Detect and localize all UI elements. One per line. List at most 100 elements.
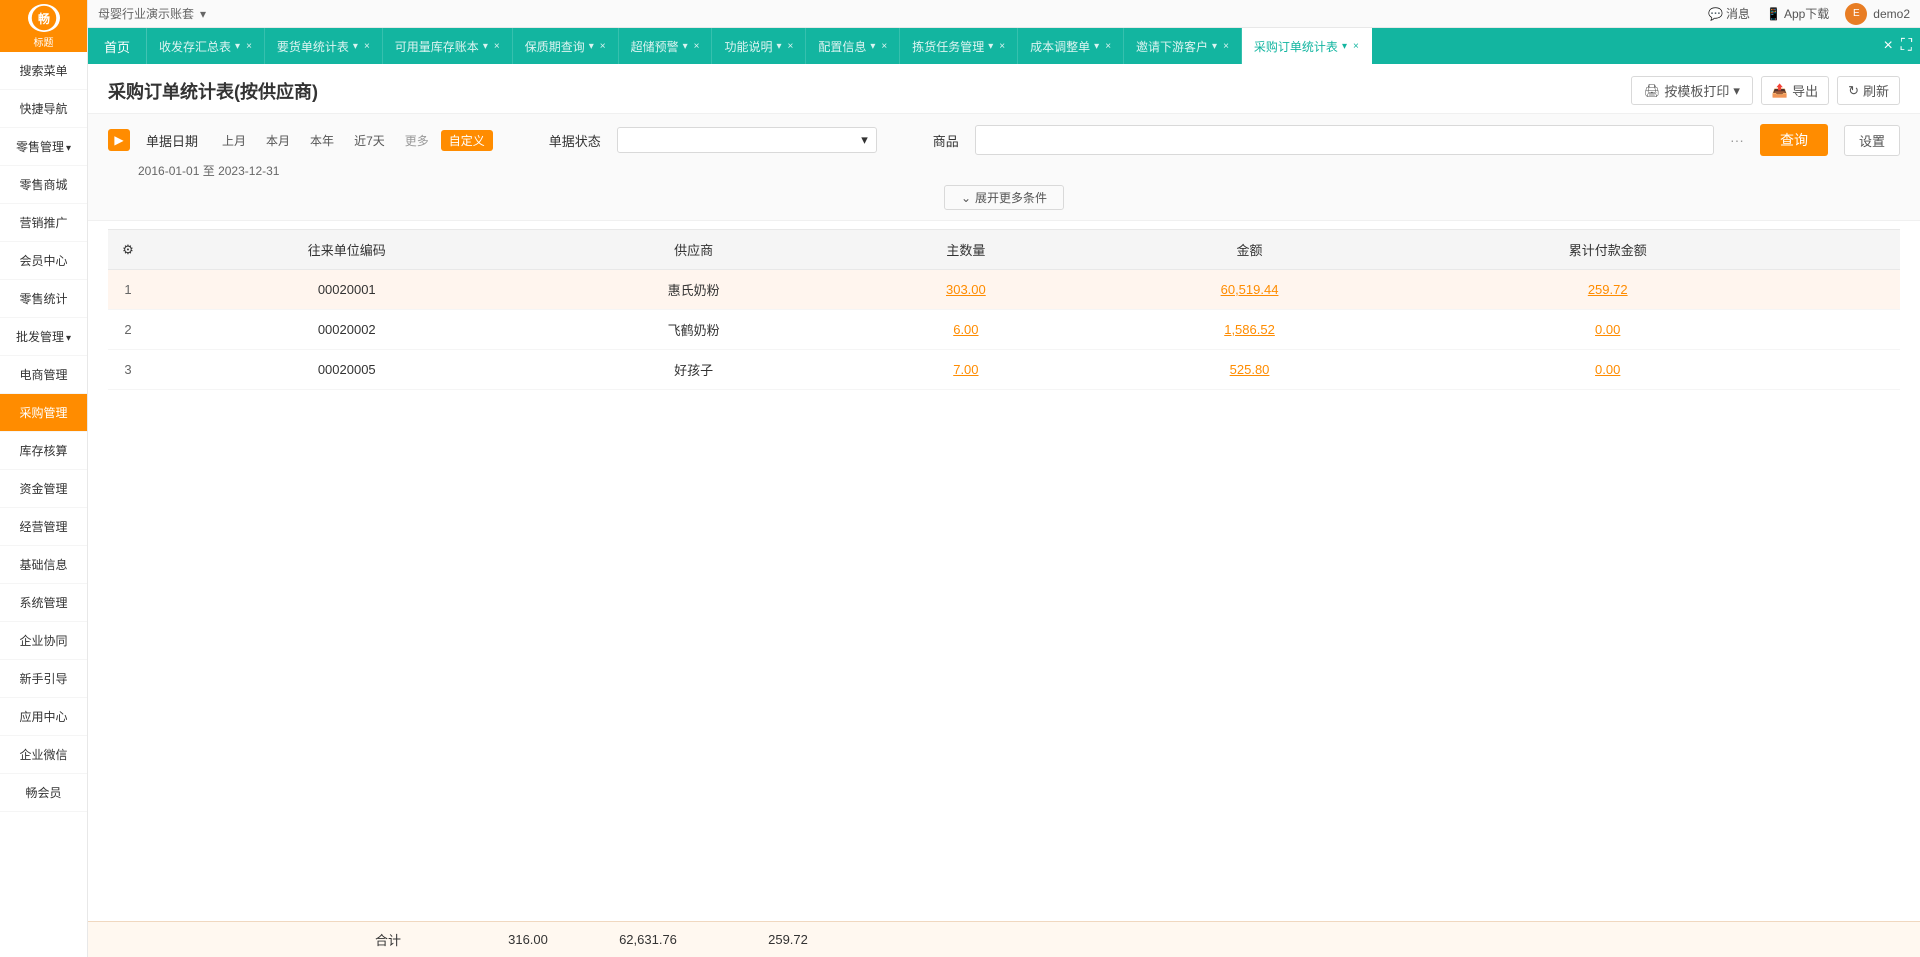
shortcut-this-year[interactable]: 本年 — [302, 130, 342, 151]
sidebar-item-搜索菜单[interactable]: 搜索菜单 — [0, 52, 87, 90]
nav-tab-9[interactable]: 邀请下游客户▾× — [1124, 28, 1242, 64]
sidebar-item-会员中心[interactable]: 会员中心 — [0, 242, 87, 280]
company-dropdown-icon[interactable]: ▾ — [200, 7, 206, 21]
sidebar-item-电商管理[interactable]: 电商管理 — [0, 356, 87, 394]
sidebar-item-零售商城[interactable]: 零售商城 — [0, 166, 87, 204]
tab-arrow-4: ▾ — [683, 41, 688, 52]
nav-home[interactable]: 首页 — [88, 28, 147, 64]
message-button[interactable]: 💬 消息 — [1708, 5, 1750, 22]
sidebar-item-label: 库存核算 — [19, 444, 67, 458]
sidebar-item-企业微信[interactable]: 企业微信 — [0, 736, 87, 774]
tab-close-1[interactable]: × — [364, 41, 370, 52]
status-select[interactable]: ▾ — [617, 127, 877, 153]
sidebar-item-label: 快捷导航 — [19, 102, 67, 116]
print-button[interactable]: 🖨 按模板打印 ▾ — [1631, 76, 1753, 105]
refresh-button[interactable]: ↻ 刷新 — [1837, 76, 1900, 105]
nav-tab-5[interactable]: 功能说明▾× — [712, 28, 806, 64]
nav-close-icon[interactable]: × — [1883, 37, 1892, 55]
nav-tab-6[interactable]: 配置信息▾× — [806, 28, 900, 64]
cell-qty-2[interactable]: 7.00 — [842, 350, 1090, 390]
expand-more-area: ⌄ 展开更多条件 — [108, 185, 1900, 210]
sidebar-item-资金管理[interactable]: 资金管理 — [0, 470, 87, 508]
sidebar-item-基础信息[interactable]: 基础信息 — [0, 546, 87, 584]
expand-more-button[interactable]: ⌄ 展开更多条件 — [944, 185, 1064, 210]
export-button[interactable]: 📤 导出 — [1761, 76, 1829, 105]
table-wrap: ⚙ 往来单位编码 供应商 主数量 金额 累计付款金额 1 00020001 惠氏… — [88, 221, 1920, 921]
sidebar-item-零售管理[interactable]: 零售管理▾ — [0, 128, 87, 166]
sidebar-item-零售统计[interactable]: 零售统计 — [0, 280, 87, 318]
sidebar-item-label: 新手引导 — [19, 672, 67, 686]
shortcut-last-month[interactable]: 上月 — [214, 130, 254, 151]
tab-close-8[interactable]: × — [1105, 41, 1111, 52]
sidebar-item-应用中心[interactable]: 应用中心 — [0, 698, 87, 736]
tab-close-7[interactable]: × — [999, 41, 1005, 52]
tab-label-6: 配置信息 — [818, 38, 866, 55]
sidebar-item-企业协同[interactable]: 企业协同 — [0, 622, 87, 660]
sidebar-item-采购管理[interactable]: 采购管理 — [0, 394, 87, 432]
col-header-code: 往来单位编码 — [148, 230, 545, 270]
nav-maximize-icon[interactable]: ⛶ — [1901, 37, 1912, 55]
print-dropdown-icon: ▾ — [1733, 83, 1740, 99]
goods-input[interactable] — [975, 125, 1714, 155]
sidebar-item-营销推广[interactable]: 营销推广 — [0, 204, 87, 242]
sidebar-item-畅会员[interactable]: 畅会员 — [0, 774, 87, 812]
topbar: 母婴行业演示账套 ▾ 💬 消息 📱 App下载 E demo2 — [88, 0, 1920, 28]
sidebar-item-经营管理[interactable]: 经营管理 — [0, 508, 87, 546]
shortcut-this-month[interactable]: 本月 — [258, 130, 298, 151]
sidebar-arrow-icon: ▾ — [66, 333, 71, 344]
app-download-button[interactable]: 📱 App下载 — [1766, 5, 1829, 22]
tab-close-9[interactable]: × — [1223, 41, 1229, 52]
nav-tab-1[interactable]: 要货单统计表▾× — [265, 28, 383, 64]
tab-arrow-0: ▾ — [235, 41, 240, 52]
sidebar-item-快捷导航[interactable]: 快捷导航 — [0, 90, 87, 128]
cell-amount-2[interactable]: 525.80 — [1090, 350, 1409, 390]
nav-tab-10[interactable]: 采购订单统计表▾× — [1242, 28, 1372, 64]
nav-tab-7[interactable]: 拣货任务管理▾× — [900, 28, 1018, 64]
col-header-supplier: 供应商 — [545, 230, 841, 270]
tab-close-4[interactable]: × — [694, 41, 700, 52]
query-button[interactable]: 查询 — [1760, 124, 1828, 156]
col-header-qty: 主数量 — [842, 230, 1090, 270]
goods-more-icon[interactable]: ··· — [1730, 132, 1744, 148]
nav-tab-8[interactable]: 成本调整单▾× — [1018, 28, 1124, 64]
tab-close-3[interactable]: × — [600, 41, 606, 52]
cell-paid-2[interactable]: 0.00 — [1409, 350, 1806, 390]
sidebar-item-批发管理[interactable]: 批发管理▾ — [0, 318, 87, 356]
nav-tab-0[interactable]: 收发存汇总表▾× — [147, 28, 265, 64]
settings-button[interactable]: 设置 — [1844, 125, 1900, 156]
cell-paid-0[interactable]: 259.72 — [1409, 270, 1806, 310]
shortcut-7days[interactable]: 近7天 — [346, 130, 393, 151]
nav-tab-4[interactable]: 超储预警▾× — [619, 28, 713, 64]
tab-label-2: 可用量库存账本 — [395, 38, 479, 55]
tab-close-6[interactable]: × — [881, 41, 887, 52]
tab-close-10[interactable]: × — [1353, 41, 1359, 52]
tab-arrow-3: ▾ — [589, 41, 594, 52]
logo-area: 畅 标题 — [0, 0, 87, 52]
tab-close-2[interactable]: × — [494, 41, 500, 52]
tab-close-0[interactable]: × — [246, 41, 252, 52]
sidebar-item-label: 采购管理 — [19, 406, 67, 420]
gear-icon[interactable]: ⚙ — [122, 242, 134, 257]
topbar-right: 💬 消息 📱 App下载 E demo2 — [1708, 3, 1910, 25]
shortcut-more[interactable]: 更多 — [397, 130, 437, 151]
cell-qty-1[interactable]: 6.00 — [842, 310, 1090, 350]
tab-label-3: 保质期查询 — [525, 38, 585, 55]
tab-close-5[interactable]: × — [788, 41, 794, 52]
cell-amount-1[interactable]: 1,586.52 — [1090, 310, 1409, 350]
goods-filter-label: 商品 — [933, 131, 959, 150]
table-row: 3 00020005 好孩子 7.00 525.80 0.00 — [108, 350, 1900, 390]
nav-tab-2[interactable]: 可用量库存账本▾× — [383, 28, 513, 64]
nav-tab-3[interactable]: 保质期查询 ▾ × — [513, 28, 619, 64]
logo-icon: 畅 — [28, 4, 60, 32]
cell-amount-0[interactable]: 60,519.44 — [1090, 270, 1409, 310]
filter-expand-button[interactable]: ▶ — [108, 129, 130, 151]
cell-qty-0[interactable]: 303.00 — [842, 270, 1090, 310]
sidebar-item-新手引导[interactable]: 新手引导 — [0, 660, 87, 698]
sidebar-item-库存核算[interactable]: 库存核算 — [0, 432, 87, 470]
cell-paid-1[interactable]: 0.00 — [1409, 310, 1806, 350]
tab-arrow-5: ▾ — [776, 41, 781, 52]
custom-date-badge[interactable]: 自定义 — [441, 130, 493, 151]
sidebar-item-系统管理[interactable]: 系统管理 — [0, 584, 87, 622]
page-title: 采购订单统计表(按供应商) — [108, 78, 318, 104]
navtabs-end: × ⛶ — [1875, 28, 1920, 64]
